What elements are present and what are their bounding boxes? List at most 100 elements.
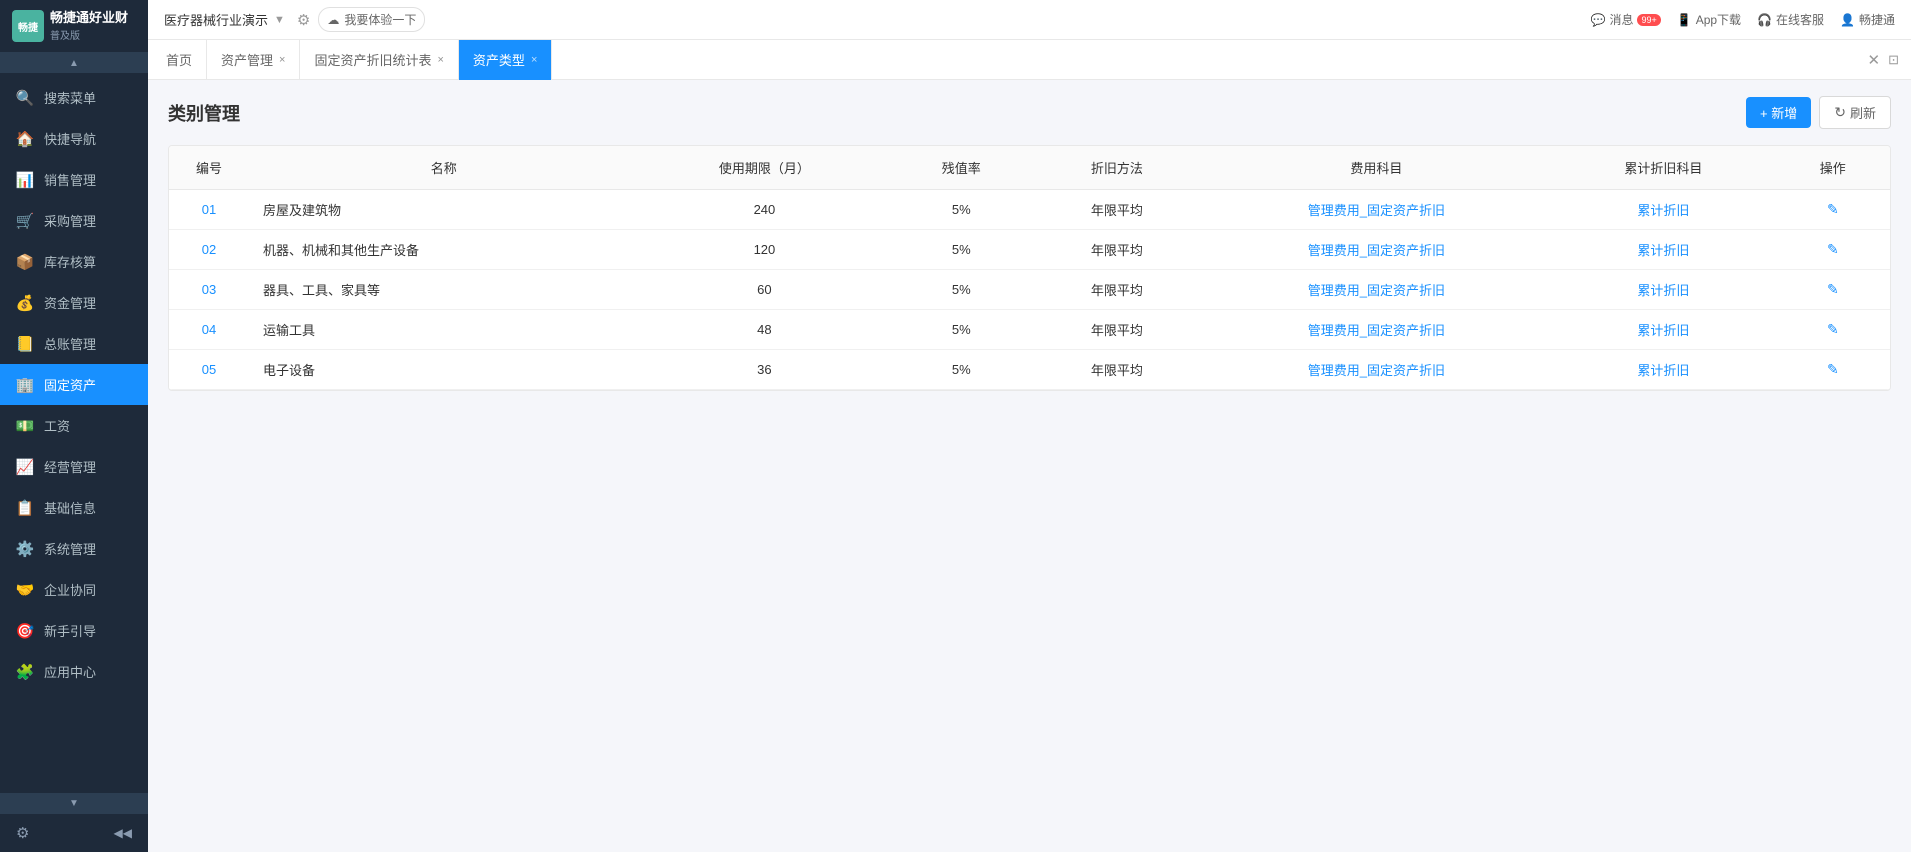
cell-duration: 60 <box>638 270 890 310</box>
sidebar-item-salary[interactable]: 💵 工资 <box>0 405 148 446</box>
cell-action[interactable]: ✎ <box>1776 350 1890 390</box>
label-message: 消息 <box>1609 11 1633 28</box>
cell-action[interactable]: ✎ <box>1776 270 1890 310</box>
cell-action[interactable]: ✎ <box>1776 230 1890 270</box>
nav-label-enterprise: 企业协同 <box>44 580 96 599</box>
topbar-left: 医疗器械行业演示 ▼ ⚙ ☁ 我要体验一下 <box>164 7 425 32</box>
window-expand-icon[interactable]: ⊡ <box>1888 52 1899 68</box>
sidebar-item-basic[interactable]: 📋 基础信息 <box>0 487 148 528</box>
nav-label-search: 搜索菜单 <box>44 88 96 107</box>
cell-duration: 36 <box>638 350 890 390</box>
close-tab-asset_type[interactable]: × <box>531 54 537 66</box>
col-header: 折旧方法 <box>1032 146 1201 190</box>
table-row: 01 房屋及建筑物 240 5% 年限平均 管理费用_固定资产折旧 累计折旧 ✎ <box>169 190 1890 230</box>
edit-icon[interactable]: ✎ <box>1827 361 1839 377</box>
refresh-button[interactable]: ↻ 刷新 <box>1819 96 1891 129</box>
nav-icon-enterprise: 🤝 <box>16 581 34 599</box>
header-actions: + 新增 ↻ 刷新 <box>1746 96 1891 129</box>
sidebar-item-enterprise[interactable]: 🤝 企业协同 <box>0 569 148 610</box>
cell-name: 电子设备 <box>249 350 638 390</box>
col-header: 名称 <box>249 146 638 190</box>
footer-collapse-icon[interactable]: ◀◀ <box>114 826 132 840</box>
category-table: 编号名称使用期限（月）残值率折旧方法费用科目累计折旧科目操作 01 房屋及建筑物… <box>169 146 1890 390</box>
tab-home[interactable]: 首页 <box>160 40 207 80</box>
edit-icon[interactable]: ✎ <box>1827 201 1839 217</box>
close-tab-depreciation_table[interactable]: × <box>437 54 443 66</box>
label-app_download: App下载 <box>1696 11 1741 28</box>
cell-action[interactable]: ✎ <box>1776 190 1890 230</box>
sidebar-item-ledger[interactable]: 📒 总账管理 <box>0 323 148 364</box>
cell-name: 房屋及建筑物 <box>249 190 638 230</box>
badge-message: 99+ <box>1637 14 1660 26</box>
sidebar-item-system[interactable]: ⚙️ 系统管理 <box>0 528 148 569</box>
table-body: 01 房屋及建筑物 240 5% 年限平均 管理费用_固定资产折旧 累计折旧 ✎… <box>169 190 1890 390</box>
topbar-item-customer_service[interactable]: 🎧 在线客服 <box>1757 11 1824 28</box>
cell-duration: 48 <box>638 310 890 350</box>
content-area: 类别管理 + 新增 ↻ 刷新 编号名称使用期限（月）残值率折旧方法费用科目累计折… <box>148 80 1911 852</box>
nav-icon-sales: 📊 <box>16 171 34 189</box>
cell-action[interactable]: ✎ <box>1776 310 1890 350</box>
refresh-icon: ↻ <box>1834 104 1846 121</box>
cell-name: 机器、机械和其他生产设备 <box>249 230 638 270</box>
edit-icon[interactable]: ✎ <box>1827 241 1839 257</box>
cell-code: 05 <box>169 350 249 390</box>
table-row: 05 电子设备 36 5% 年限平均 管理费用_固定资产折旧 累计折旧 ✎ <box>169 350 1890 390</box>
refresh-label: 刷新 <box>1850 103 1876 122</box>
sidebar-item-capital[interactable]: 💰 资金管理 <box>0 282 148 323</box>
sidebar-footer: ⚙ ◀◀ <box>0 813 148 852</box>
sidebar-scroll-down[interactable]: ▼ <box>0 793 148 813</box>
topbar: 医疗器械行业演示 ▼ ⚙ ☁ 我要体验一下 💬 消息 99+ 📱 App下载 🎧… <box>148 0 1911 40</box>
topbar-item-message[interactable]: 💬 消息 99+ <box>1591 11 1661 28</box>
tab-label-asset_mgmt: 资产管理 <box>221 50 273 69</box>
nav-icon-purchase: 🛒 <box>16 212 34 230</box>
cell-expense-subject: 管理费用_固定资产折旧 <box>1202 190 1552 230</box>
topbar-item-user[interactable]: 👤 畅捷通 <box>1840 11 1895 28</box>
nav-icon-salary: 💵 <box>16 417 34 435</box>
sidebar-item-operations[interactable]: 📈 经营管理 <box>0 446 148 487</box>
sidebar-item-sales[interactable]: 📊 销售管理 <box>0 159 148 200</box>
topbar-item-app_download[interactable]: 📱 App下载 <box>1677 11 1741 28</box>
sidebar-item-guide[interactable]: 🎯 新手引导 <box>0 610 148 651</box>
edit-icon[interactable]: ✎ <box>1827 321 1839 337</box>
nav-label-ledger: 总账管理 <box>44 334 96 353</box>
footer-settings-icon[interactable]: ⚙ <box>16 824 29 842</box>
label-customer_service: 在线客服 <box>1776 11 1824 28</box>
experience-button[interactable]: ☁ 我要体验一下 <box>318 7 425 32</box>
close-tab-asset_mgmt[interactable]: × <box>279 54 285 66</box>
sidebar-item-search[interactable]: 🔍 搜索菜单 <box>0 77 148 118</box>
sidebar-item-purchase[interactable]: 🛒 采购管理 <box>0 200 148 241</box>
table-header: 编号名称使用期限（月）残值率折旧方法费用科目累计折旧科目操作 <box>169 146 1890 190</box>
new-button[interactable]: + 新增 <box>1746 97 1811 128</box>
company-selector[interactable]: 医疗器械行业演示 ▼ <box>164 10 285 29</box>
sidebar: 畅捷 畅捷通好业财 普及版 ▲ 🔍 搜索菜单 🏠 快捷导航 📊 销售管理 🛒 采… <box>0 0 148 852</box>
experience-label: 我要体验一下 <box>344 11 416 28</box>
cell-residual-rate: 5% <box>890 190 1032 230</box>
topbar-settings-icon[interactable]: ⚙ <box>297 11 310 29</box>
cloud-icon: ☁ <box>327 13 339 27</box>
icon-message: 💬 <box>1591 13 1606 27</box>
sidebar-item-app[interactable]: 🧩 应用中心 <box>0 651 148 692</box>
tab-asset_type[interactable]: 资产类型× <box>459 40 552 80</box>
tab-depreciation_table[interactable]: 固定资产折旧统计表 × <box>300 40 458 80</box>
window-close-icon[interactable]: ✕ <box>1868 51 1881 69</box>
cell-accumulated-depreciation: 累计折旧 <box>1551 190 1775 230</box>
icon-customer_service: 🎧 <box>1757 13 1772 27</box>
sidebar-scroll-up[interactable]: ▲ <box>0 53 148 73</box>
tab-label-depreciation_table: 固定资产折旧统计表 <box>314 50 431 69</box>
sidebar-item-fixed[interactable]: 🏢 固定资产 <box>0 364 148 405</box>
logo-icon: 畅捷 <box>12 10 44 42</box>
sidebar-item-inventory[interactable]: 📦 库存核算 <box>0 241 148 282</box>
tab-asset_mgmt[interactable]: 资产管理 × <box>207 40 300 80</box>
tab-label-home: 首页 <box>166 50 192 69</box>
label-user: 畅捷通 <box>1859 11 1895 28</box>
nav-icon-guide: 🎯 <box>16 622 34 640</box>
nav-icon-system: ⚙️ <box>16 540 34 558</box>
header-row: 编号名称使用期限（月）残值率折旧方法费用科目累计折旧科目操作 <box>169 146 1890 190</box>
nav-icon-fixed: 🏢 <box>16 376 34 394</box>
edit-icon[interactable]: ✎ <box>1827 281 1839 297</box>
cell-duration: 240 <box>638 190 890 230</box>
cell-accumulated-depreciation: 累计折旧 <box>1551 310 1775 350</box>
sidebar-item-quicknav[interactable]: 🏠 快捷导航 <box>0 118 148 159</box>
cell-name: 器具、工具、家具等 <box>249 270 638 310</box>
nav-label-operations: 经营管理 <box>44 457 96 476</box>
